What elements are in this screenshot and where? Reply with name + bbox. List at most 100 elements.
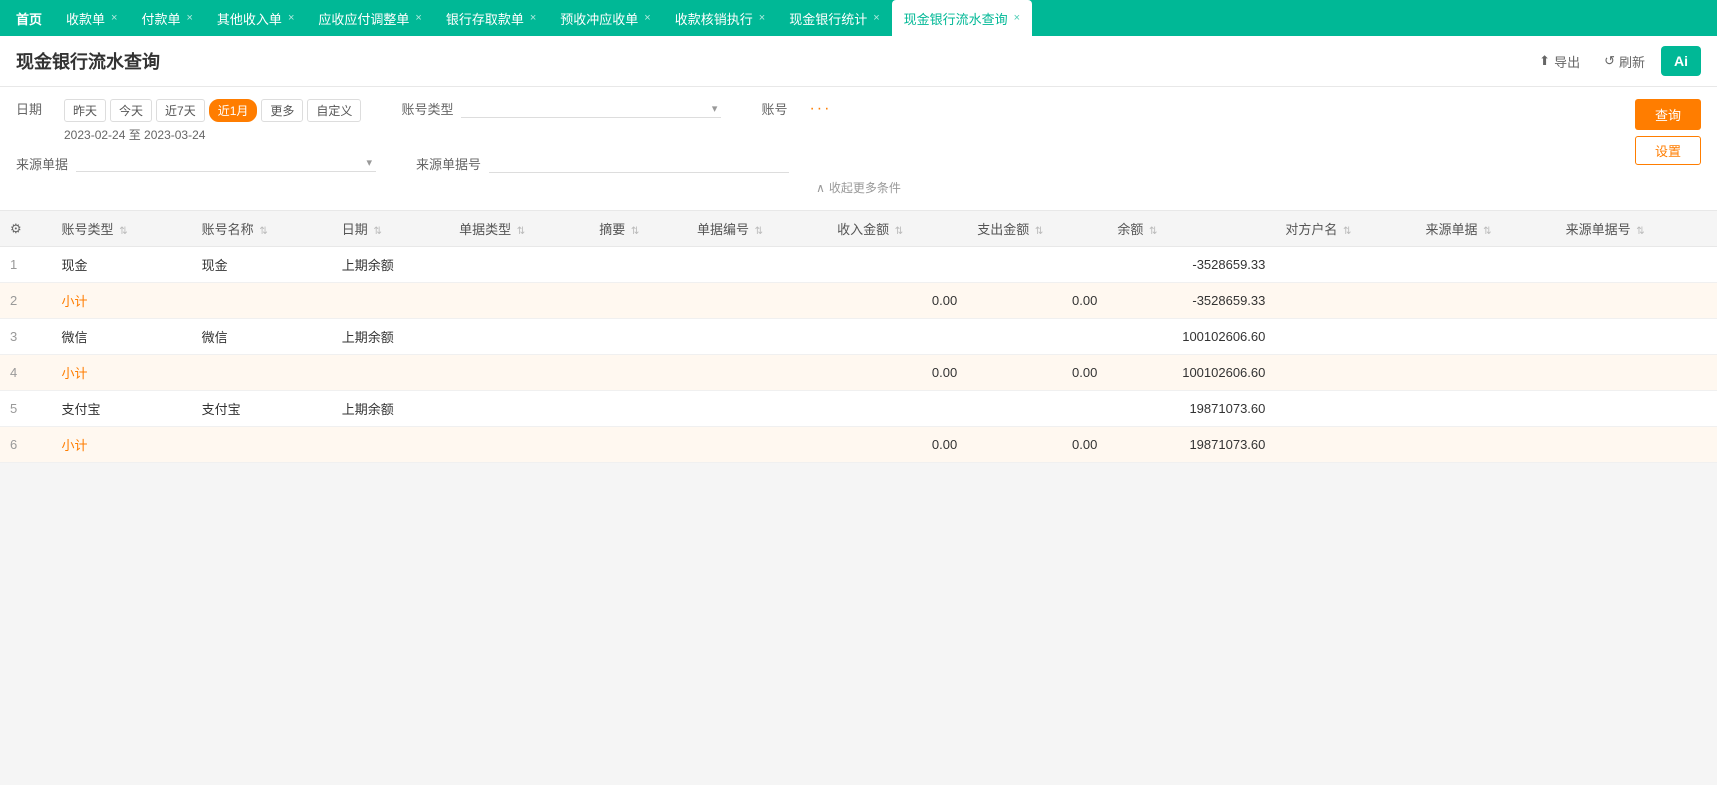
nav-tab-yushou[interactable]: 预收冲应收单 × (548, 0, 662, 36)
nav-home[interactable]: 首页 (4, 0, 54, 36)
top-navigation: 首页 收款单 × 付款单 × 其他收入单 × 应收应付调整单 × 银行存取款单 … (0, 0, 1717, 36)
cell-doc-type (449, 391, 589, 427)
date-more-btn[interactable]: 更多 (261, 99, 303, 122)
ai-button[interactable]: Ai (1661, 46, 1701, 76)
date-range: 2023-02-24 至 2023-03-24 (64, 126, 205, 143)
nav-tab-qitashouru[interactable]: 其他收入单 × (205, 0, 306, 36)
close-icon[interactable]: × (186, 12, 192, 24)
nav-tab-xianjintongji[interactable]: 现金银行统计 × (777, 0, 891, 36)
cell-source-doc (1416, 427, 1556, 463)
account-more-btn[interactable]: ··· (809, 100, 831, 118)
cell-date (332, 427, 449, 463)
cell-doc-no (687, 319, 827, 355)
export-label: 导出 (1554, 52, 1580, 71)
date-options: 昨天 今天 近7天 近1月 更多 自定义 (64, 99, 361, 122)
cell-doc-no (687, 427, 827, 463)
date-1month-btn[interactable]: 近1月 (209, 99, 258, 122)
nav-tab-yinhangcunkuan[interactable]: 银行存取款单 × (434, 0, 548, 36)
col-date[interactable]: 日期 ⇅ (332, 211, 449, 247)
table-row: 5支付宝支付宝上期余额19871073.60 (0, 391, 1717, 427)
col-expense[interactable]: 支出金额 ⇅ (967, 211, 1107, 247)
close-icon[interactable]: × (644, 12, 650, 24)
cell-summary (589, 355, 687, 391)
col-income[interactable]: 收入金额 ⇅ (827, 211, 967, 247)
cell-date: 上期余额 (332, 319, 449, 355)
refresh-button[interactable]: ↺ 刷新 (1596, 48, 1653, 75)
cell-account-name: 现金 (192, 247, 332, 283)
close-icon[interactable]: × (1014, 12, 1020, 24)
sort-icon: ⇅ (631, 226, 639, 237)
account-label: 账号 (761, 99, 801, 118)
date-custom-btn[interactable]: 自定义 (307, 99, 361, 122)
refresh-icon: ↺ (1604, 53, 1615, 69)
close-icon[interactable]: × (873, 12, 879, 24)
col-balance[interactable]: 余额 ⇅ (1107, 211, 1275, 247)
sort-icon: ⇅ (119, 226, 127, 237)
cell-balance: 100102606.60 (1107, 319, 1275, 355)
cell-balance: 19871073.60 (1107, 427, 1275, 463)
close-icon[interactable]: × (111, 12, 117, 24)
cell-income: 0.00 (827, 355, 967, 391)
query-label: 查询 (1655, 108, 1681, 123)
setting-button[interactable]: 设置 (1635, 136, 1701, 165)
cell-summary (589, 319, 687, 355)
nav-tab-label: 收款核销执行 (675, 9, 753, 28)
nav-tab-shoukuandan[interactable]: 收款单 × (54, 0, 129, 36)
col-counterpart[interactable]: 对方户名 ⇅ (1275, 211, 1415, 247)
cell-source-doc (1416, 355, 1556, 391)
sort-icon: ⇅ (259, 226, 267, 237)
date-today-btn[interactable]: 今天 (110, 99, 152, 122)
nav-tab-label: 收款单 (66, 9, 105, 28)
nav-tab-label: 现金银行流水查询 (904, 9, 1008, 28)
date-7days-btn[interactable]: 近7天 (156, 99, 205, 122)
data-table: ⚙ 账号类型 ⇅ 账号名称 ⇅ 日期 ⇅ 单据类型 ⇅ (0, 211, 1717, 463)
row-number: 5 (0, 391, 52, 427)
date-yesterday-btn[interactable]: 昨天 (64, 99, 106, 122)
cell-counterpart (1275, 355, 1415, 391)
source-doc-select[interactable]: ▾ (76, 154, 376, 172)
cell-doc-type (449, 427, 589, 463)
cell-balance: -3528659.33 (1107, 283, 1275, 319)
query-button[interactable]: 查询 (1635, 99, 1701, 130)
account-type-select[interactable]: ▾ (461, 100, 721, 118)
header-actions: ⬆ 导出 ↺ 刷新 Ai (1531, 46, 1701, 76)
nav-tab-xianjinliushui[interactable]: 现金银行流水查询 × (892, 0, 1032, 36)
close-icon[interactable]: × (288, 12, 294, 24)
cell-summary (589, 427, 687, 463)
close-icon[interactable]: × (759, 12, 765, 24)
cell-source-doc-no (1556, 319, 1717, 355)
cell-summary (589, 247, 687, 283)
nav-tab-label: 付款单 (141, 9, 180, 28)
nav-tab-yingshouyingfu[interactable]: 应收应付调整单 × (306, 0, 433, 36)
collapse-up-icon: ∧ (816, 181, 825, 195)
col-account-type[interactable]: 账号类型 ⇅ (52, 211, 192, 247)
sort-icon: ⇅ (1035, 226, 1043, 237)
table-row: 1现金现金上期余额-3528659.33 (0, 247, 1717, 283)
date-label: 日期 (16, 99, 56, 118)
cell-expense: 0.00 (967, 355, 1107, 391)
cell-account-name (192, 427, 332, 463)
cell-counterpart (1275, 391, 1415, 427)
export-button[interactable]: ⬆ 导出 (1531, 48, 1588, 75)
cell-account-name: 支付宝 (192, 391, 332, 427)
col-summary[interactable]: 摘要 ⇅ (589, 211, 687, 247)
collapse-bar[interactable]: ∧ 收起更多条件 (16, 173, 1701, 198)
account-type-label: 账号类型 (401, 99, 453, 118)
page-header: 现金银行流水查询 ⬆ 导出 ↺ 刷新 Ai (0, 36, 1717, 87)
col-doc-type[interactable]: 单据类型 ⇅ (449, 211, 589, 247)
source-doc-no-input[interactable] (489, 153, 789, 173)
table-row: 2小计0.000.00-3528659.33 (0, 283, 1717, 319)
cell-source-doc (1416, 283, 1556, 319)
close-icon[interactable]: × (415, 12, 421, 24)
sort-icon: ⇅ (895, 226, 903, 237)
col-gear[interactable]: ⚙ (0, 211, 52, 247)
nav-tab-fukuandan[interactable]: 付款单 × (129, 0, 204, 36)
sort-icon: ⇅ (1149, 226, 1157, 237)
nav-tab-shoukuanhe[interactable]: 收款核销执行 × (663, 0, 777, 36)
col-doc-no[interactable]: 单据编号 ⇅ (687, 211, 827, 247)
sort-icon: ⇅ (517, 226, 525, 237)
close-icon[interactable]: × (530, 12, 536, 24)
col-source-doc-no[interactable]: 来源单据号 ⇅ (1556, 211, 1717, 247)
col-source-doc[interactable]: 来源单据 ⇅ (1416, 211, 1556, 247)
col-account-name[interactable]: 账号名称 ⇅ (192, 211, 332, 247)
